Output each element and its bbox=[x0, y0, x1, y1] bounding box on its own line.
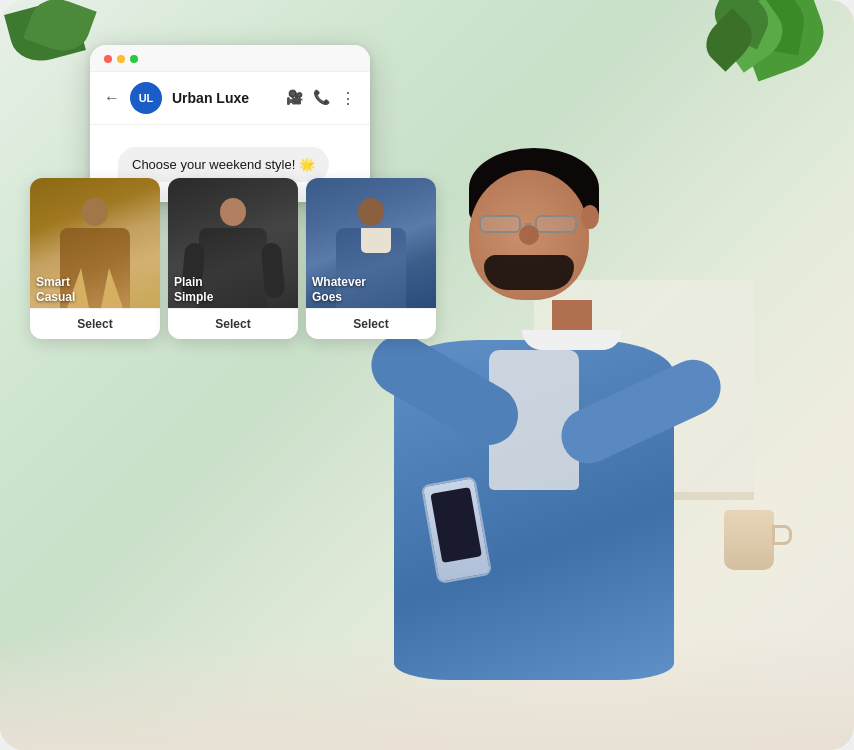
message-bubble: Choose your weekend style! 🌟 bbox=[118, 147, 329, 182]
video-call-icon[interactable]: 🎥 bbox=[286, 89, 303, 108]
plant-top-right bbox=[664, 0, 824, 110]
card3-label: Whatever Goes bbox=[312, 275, 366, 304]
back-button[interactable]: ← bbox=[104, 89, 120, 107]
card1-select-button[interactable]: Select bbox=[30, 308, 160, 339]
man-figure bbox=[469, 130, 674, 680]
phone-call-icon[interactable]: 📞 bbox=[313, 89, 330, 108]
more-options-icon[interactable]: ⋮ bbox=[340, 89, 356, 108]
phone-dots-bar bbox=[90, 45, 370, 72]
dot-red bbox=[104, 55, 112, 63]
chat-header: ← UL Urban Luxe 🎥 📞 ⋮ bbox=[90, 72, 370, 125]
card1-label: Smart Casual bbox=[36, 275, 75, 304]
style-card-whatever-goes: Whatever Goes Select bbox=[306, 178, 436, 339]
style-card-plain-simple: Plain Simple Select bbox=[168, 178, 298, 339]
card2-label: Plain Simple bbox=[174, 275, 213, 304]
style-image-plain-simple: Plain Simple bbox=[168, 178, 298, 308]
brand-name: Urban Luxe bbox=[172, 90, 276, 106]
style-card-smart-casual: Smart Casual Select bbox=[30, 178, 160, 339]
brand-avatar: UL bbox=[130, 82, 162, 114]
dot-green bbox=[130, 55, 138, 63]
style-cards-container: Smart Casual Select Plain Simple Select bbox=[30, 178, 436, 339]
style-image-whatever-goes: Whatever Goes bbox=[306, 178, 436, 308]
card3-select-button[interactable]: Select bbox=[306, 308, 436, 339]
dot-yellow bbox=[117, 55, 125, 63]
style-image-smart-casual: Smart Casual bbox=[30, 178, 160, 308]
card2-select-button[interactable]: Select bbox=[168, 308, 298, 339]
chat-action-icons: 🎥 📞 ⋮ bbox=[286, 89, 356, 108]
